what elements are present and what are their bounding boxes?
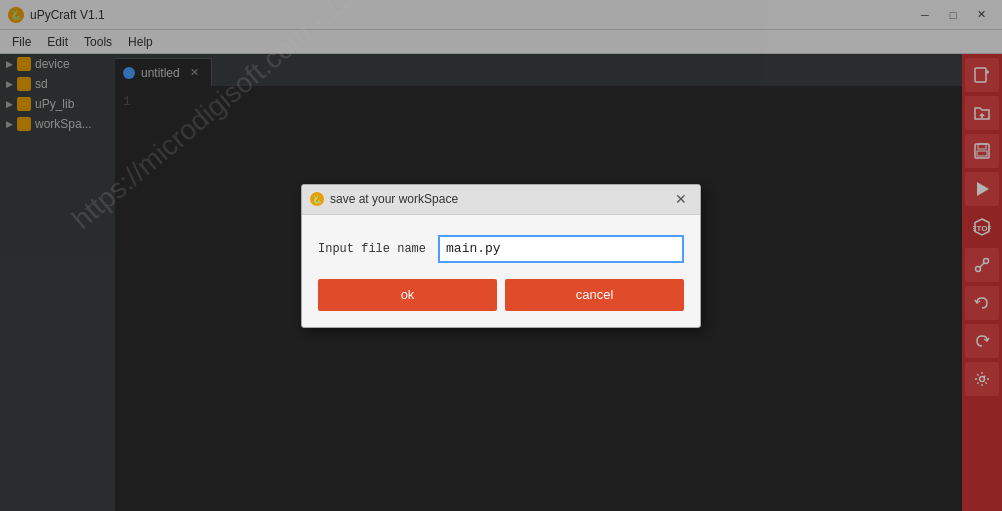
- dialog-app-icon: 🐍: [310, 192, 324, 206]
- dialog-body: Input file name ok cancel: [302, 215, 700, 327]
- dialog-title-left: 🐍 save at your workSpace: [310, 192, 458, 206]
- filename-input[interactable]: [438, 235, 684, 263]
- dialog-field-row: Input file name: [318, 235, 684, 263]
- dialog-close-button[interactable]: ✕: [670, 188, 692, 210]
- dialog-ok-button[interactable]: ok: [318, 279, 497, 311]
- dialog-cancel-button[interactable]: cancel: [505, 279, 684, 311]
- dialog-title-bar: 🐍 save at your workSpace ✕: [302, 185, 700, 215]
- dialog-title-text: save at your workSpace: [330, 192, 458, 206]
- dialog-overlay: 🐍 save at your workSpace ✕ Input file na…: [0, 0, 1002, 511]
- dialog-buttons: ok cancel: [318, 279, 684, 311]
- dialog-field-label: Input file name: [318, 242, 426, 256]
- save-dialog: 🐍 save at your workSpace ✕ Input file na…: [301, 184, 701, 328]
